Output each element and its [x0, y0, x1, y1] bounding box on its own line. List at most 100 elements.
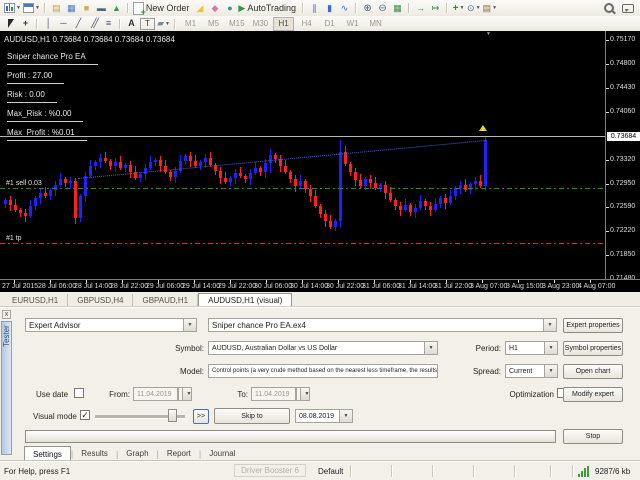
autoscroll-icon[interactable]: → [414, 2, 427, 15]
price-tick-label: 0.73320 [610, 155, 636, 163]
chevron-down-icon[interactable]: ▼ [183, 319, 196, 331]
sell-order-line[interactable] [0, 188, 605, 189]
chat-icon[interactable] [622, 3, 634, 13]
crosshair-icon[interactable]: + [19, 17, 32, 30]
text-icon[interactable]: A [125, 17, 138, 30]
indicators-icon[interactable]: + ▼ [452, 2, 465, 15]
metaeditor-icon[interactable]: ◆ [208, 2, 221, 15]
navigator-icon[interactable]: ■ [80, 2, 93, 15]
use-date-checkbox[interactable] [74, 388, 84, 398]
chart-tab-active[interactable]: AUDUSD,H1 (visual) [198, 293, 293, 306]
candlestick-chart-icon[interactable]: ▮ [323, 2, 336, 15]
timeframe-M5[interactable]: M5 [203, 17, 224, 31]
skip-to-button[interactable]: Skip to [214, 408, 290, 424]
chart-shift-icon[interactable]: ↦ [429, 2, 442, 15]
modify-expert-button[interactable]: Modify expert [563, 387, 623, 402]
market-watch-icon[interactable]: ▤ [50, 2, 63, 15]
tester-type-select[interactable]: Expert Advisor ▼ [25, 318, 197, 332]
tester-tab-settings[interactable]: Settings [24, 446, 71, 460]
timeframe-W1[interactable]: W1 [342, 17, 363, 31]
candle-body [429, 206, 432, 210]
tester-tab-results[interactable]: Results [73, 448, 116, 459]
zoom-out-icon[interactable]: ⊖ [376, 2, 389, 15]
chart-plot-area[interactable]: AUDUSD,H1 0.73684 0.73684 0.73684 0.7368… [0, 31, 605, 279]
close-icon[interactable]: x [2, 310, 11, 319]
chevron-down-icon[interactable]: ▼ [543, 319, 556, 331]
candle-body [174, 171, 177, 177]
styler-icon[interactable]: ◢ [193, 2, 206, 15]
chevron-down-icon[interactable]: ▼ [544, 365, 557, 377]
vertical-line-icon[interactable]: │ [42, 17, 55, 30]
take-profit-line[interactable] [0, 243, 605, 244]
expert-properties-button[interactable]: Expert properties [563, 318, 623, 333]
candle-body [99, 158, 102, 162]
new-chart-icon[interactable]: ▼ [4, 2, 21, 15]
visual-mode-checkbox[interactable]: ✓ [80, 410, 90, 420]
timeframe-M15[interactable]: M15 [226, 17, 248, 31]
chart-tab-1[interactable]: GBPUSD,H4 [68, 294, 134, 306]
trendline-object[interactable] [78, 140, 487, 179]
chevron-down-icon[interactable]: ▼ [544, 342, 557, 354]
bar-chart-icon[interactable]: ∥ [308, 2, 321, 15]
data-window-icon[interactable]: ▦ [65, 2, 78, 15]
from-date-value: 11.04.2019 [137, 390, 172, 398]
timeframe-H4[interactable]: H4 [296, 17, 317, 31]
trendline-icon[interactable]: ╱ [72, 17, 85, 30]
chart-tab-2[interactable]: GBPAUD,H1 [133, 294, 199, 306]
text-label-icon[interactable]: T [140, 17, 155, 30]
cursor-icon[interactable] [4, 17, 17, 30]
horizontal-line-icon[interactable]: ─ [57, 17, 70, 30]
time-axis[interactable]: 27 Jul 2015 28 Jul 06:00 28 Jul 14:00 28 Ju… [0, 279, 640, 292]
model-select[interactable]: Control points (a very crude method base… [208, 364, 438, 378]
time-tick-label: 31 Jul 06:00 [362, 283, 401, 290]
from-date-picker[interactable]: ▼ [178, 387, 192, 401]
chart-tab-0[interactable]: EURUSD,H1 [3, 294, 69, 306]
price-axis[interactable]: 0.73684 0.75170 0.74800 0.74430 0.74060 0.73… [605, 31, 640, 282]
line-chart-icon[interactable]: ∿ [338, 2, 351, 15]
timeframe-M1[interactable]: M1 [180, 17, 201, 31]
model-label: Model: [179, 367, 204, 376]
new-order-button[interactable]: + New Order [132, 1, 192, 16]
channel-icon[interactable]: ╱╱ [87, 17, 100, 30]
terminal-icon[interactable]: ▬ [95, 2, 108, 15]
timeframe-M30[interactable]: M30 [250, 17, 272, 31]
chart-shift-marker[interactable]: ▼ [486, 31, 491, 37]
from-date-field[interactable]: 11.04.2019 [133, 387, 178, 401]
timeframe-MN[interactable]: MN [365, 17, 386, 31]
timeframe-D1[interactable]: D1 [319, 17, 340, 31]
strategy-tester-icon[interactable]: ▲ [110, 2, 123, 15]
autotrading-button[interactable]: ▶ AutoTrading [238, 2, 298, 15]
profiles-icon[interactable]: ▼ [22, 2, 40, 15]
period-select[interactable]: H1 ▼ [505, 341, 558, 355]
spread-select[interactable]: Current ▼ [505, 364, 558, 378]
stop-button[interactable]: Stop [563, 429, 623, 444]
tile-windows-icon[interactable]: ▦ [391, 2, 404, 15]
calendar-icon[interactable]: ▼ [182, 388, 191, 400]
zoom-in-icon[interactable]: ⊕ [361, 2, 374, 15]
skip-date-field[interactable]: 08.08.2019 ▼ [295, 409, 353, 423]
calendar-icon[interactable]: ▼ [300, 388, 309, 400]
community-icon[interactable]: ● [223, 2, 236, 15]
to-date-field[interactable]: 11.04.2019 [251, 387, 296, 401]
shapes-icon[interactable]: ▰ ▼ [157, 17, 170, 30]
status-profile[interactable]: Default [318, 467, 343, 476]
calendar-icon[interactable]: ▼ [339, 410, 352, 422]
tester-side-tab[interactable]: Tester [1, 321, 12, 455]
to-date-picker[interactable]: ▼ [296, 387, 310, 401]
timeframe-H1[interactable]: H1 [273, 16, 295, 31]
chevron-down-icon[interactable]: ▼ [424, 342, 437, 354]
tester-tab-journal[interactable]: Journal [201, 448, 243, 459]
expert-advisor-select[interactable]: Sniper chance Pro EA.ex4 ▼ [208, 318, 557, 332]
visual-speed-slider-handle[interactable] [168, 409, 177, 422]
fast-forward-button[interactable]: >> [193, 409, 209, 424]
symbol-select[interactable]: AUDUSD, Australian Dollar vs US Dollar ▼ [208, 341, 438, 355]
search-icon[interactable] [604, 3, 614, 13]
periods-icon[interactable]: ⊙ ▼ [467, 2, 481, 15]
symbol-properties-button[interactable]: Symbol properties [563, 341, 623, 356]
templates-icon[interactable]: ▤ ▼ [483, 2, 497, 15]
fibonacci-icon[interactable]: ≡ [102, 17, 115, 30]
connection-status[interactable]: 9287/6 kb [595, 467, 630, 476]
tester-tab-report[interactable]: Report [159, 448, 199, 459]
open-chart-button[interactable]: Open chart [563, 364, 623, 379]
tester-tab-graph[interactable]: Graph [118, 448, 156, 459]
